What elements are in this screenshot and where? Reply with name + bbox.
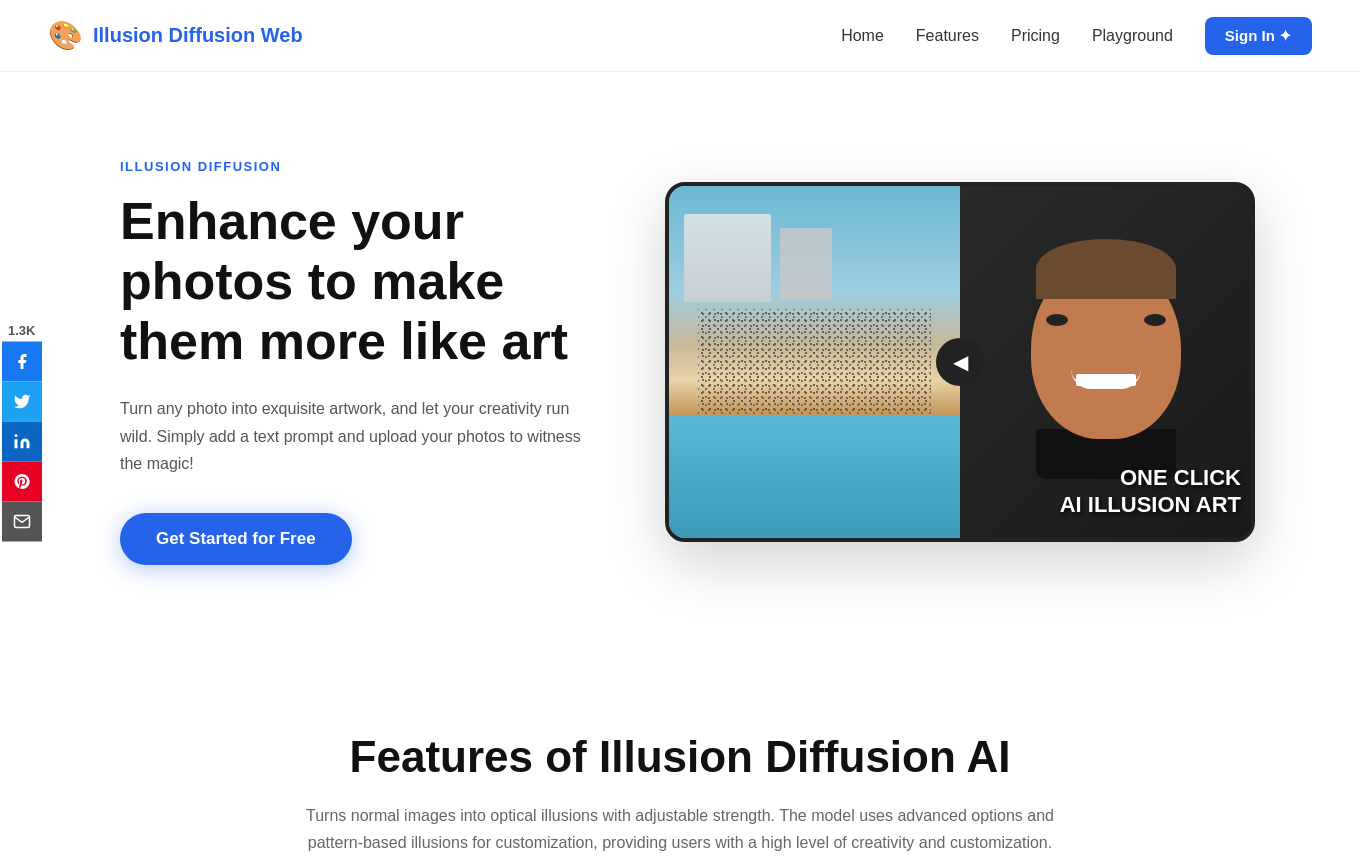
hero-tag: ILLUSION DIFFUSION xyxy=(120,159,640,174)
beach-image xyxy=(669,186,960,538)
features-title: Features of Illusion Diffusion AI xyxy=(48,732,1312,782)
overlay-line2: AI ILLUSION ART xyxy=(1060,492,1241,518)
hero-left: ILLUSION DIFFUSION Enhance your photos t… xyxy=(80,159,640,565)
nav-home[interactable]: Home xyxy=(841,27,884,45)
hero-title: Enhance your photos to make them more li… xyxy=(120,192,640,371)
nav-playground[interactable]: Playground xyxy=(1092,27,1173,45)
social-sidebar: 1.3K xyxy=(0,318,43,541)
nav-features[interactable]: Features xyxy=(916,27,979,45)
email-share-button[interactable] xyxy=(2,501,42,541)
cta-button[interactable]: Get Started for Free xyxy=(120,513,352,565)
features-section: Features of Illusion Diffusion AI Turns … xyxy=(0,652,1360,859)
nav-pricing[interactable]: Pricing xyxy=(1011,27,1060,45)
navbar: 🎨 Illusion Diffusion Web Home Features P… xyxy=(0,0,1360,72)
social-count: 1.3K xyxy=(0,318,43,341)
brand-icon: 🎨 xyxy=(48,19,83,52)
hero-image-inner: ONE CLICK AI ILLUSION ART xyxy=(669,186,1251,538)
image-divider-arrow xyxy=(936,338,984,386)
hero-right: ONE CLICK AI ILLUSION ART xyxy=(640,182,1280,542)
portrait-image: ONE CLICK AI ILLUSION ART xyxy=(960,186,1251,538)
linkedin-share-button[interactable] xyxy=(2,421,42,461)
svg-point-0 xyxy=(14,434,17,437)
facebook-share-button[interactable] xyxy=(2,341,42,381)
hero-section: ILLUSION DIFFUSION Enhance your photos t… xyxy=(0,72,1360,652)
hero-image-frame: ONE CLICK AI ILLUSION ART xyxy=(665,182,1255,542)
features-subtitle: Turns normal images into optical illusio… xyxy=(290,802,1070,856)
beach-water xyxy=(669,415,960,538)
twitter-share-button[interactable] xyxy=(2,381,42,421)
brand-link[interactable]: 🎨 Illusion Diffusion Web xyxy=(48,19,303,52)
pinterest-share-button[interactable] xyxy=(2,461,42,501)
overlay-line1: ONE CLICK xyxy=(1060,465,1241,491)
hero-description: Turn any photo into exquisite artwork, a… xyxy=(120,395,600,477)
image-overlay-text: ONE CLICK AI ILLUSION ART xyxy=(1060,465,1241,518)
brand-name: Illusion Diffusion Web xyxy=(93,24,303,47)
signin-button[interactable]: Sign In ✦ xyxy=(1205,17,1312,55)
nav-links: Home Features Pricing Playground Sign In… xyxy=(841,17,1312,55)
